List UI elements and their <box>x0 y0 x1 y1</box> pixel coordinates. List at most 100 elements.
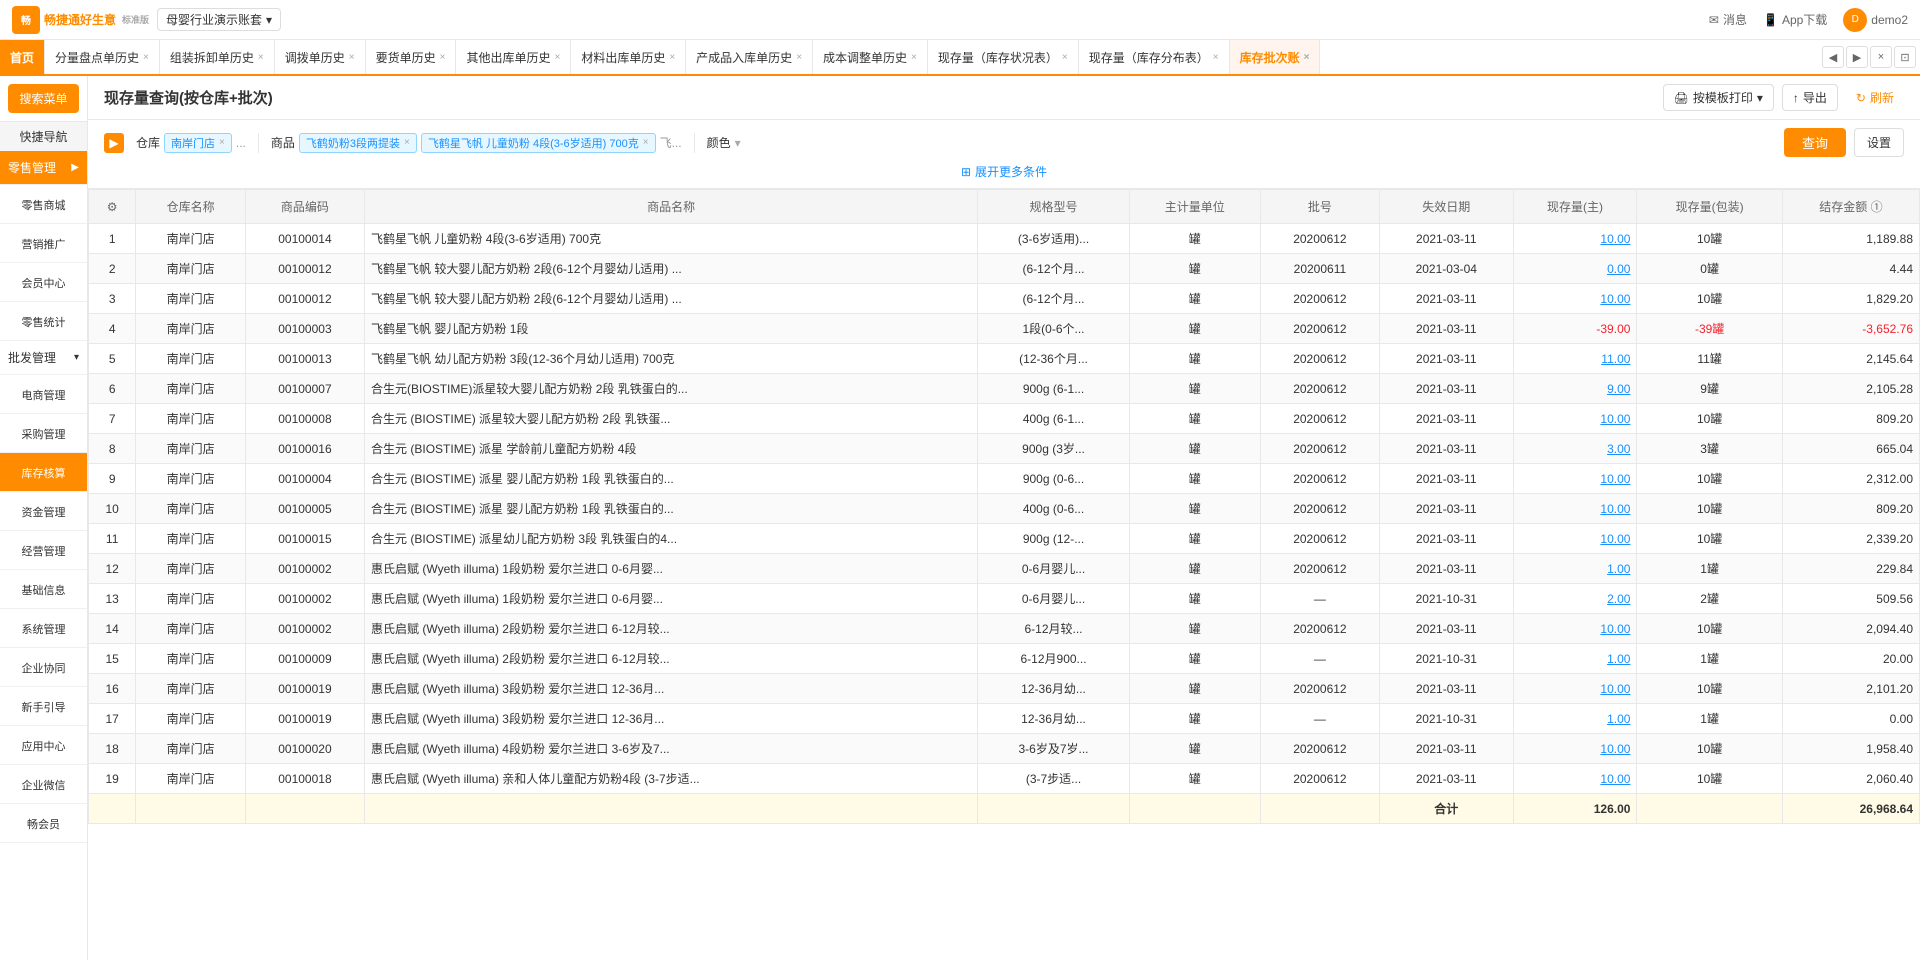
tab-scroll-right[interactable]: ▶ <box>1846 46 1868 68</box>
td-expire: 2021-10-31 <box>1380 704 1514 734</box>
org-selector[interactable]: 母婴行业演示账套 ▾ <box>157 8 281 31</box>
sidebar-item-retail-mall[interactable]: 零售商城 <box>0 185 87 224</box>
td-qty-main[interactable]: 10.00 <box>1513 524 1637 554</box>
td-qty-main[interactable]: 10.00 <box>1513 494 1637 524</box>
close-icon[interactable]: × <box>554 52 560 63</box>
close-icon[interactable]: × <box>1062 52 1068 63</box>
td-expire: 2021-10-31 <box>1380 644 1514 674</box>
td-no: 19 <box>89 764 136 794</box>
sidebar-item-ops-mgmt[interactable]: 经营管理 <box>0 531 87 570</box>
td-qty-main[interactable]: 11.00 <box>1513 344 1637 374</box>
sidebar-item-new-guide[interactable]: 新手引导 <box>0 687 87 726</box>
print-button[interactable]: 🖨 按模板打印 ▾ <box>1663 84 1774 111</box>
close-icon[interactable]: × <box>911 52 917 63</box>
tab-home[interactable]: 首页 <box>0 40 45 75</box>
tab-inventory-dist[interactable]: 现存量（库存分布表） × <box>1079 40 1230 75</box>
td-qty-main[interactable]: 1.00 <box>1513 554 1637 584</box>
sidebar-item-member-center[interactable]: 会员中心 <box>0 263 87 302</box>
sidebar-item-ecom-mgmt[interactable]: 电商管理 <box>0 375 87 414</box>
user-avatar-btn[interactable]: D demo2 <box>1843 8 1908 32</box>
sidebar-item-enterprise-wechat[interactable]: 企业微信 <box>0 765 87 804</box>
close-icon[interactable]: × <box>258 52 264 63</box>
td-qty-main[interactable]: 10.00 <box>1513 674 1637 704</box>
sidebar-item-marketing[interactable]: 营销推广 <box>0 224 87 263</box>
expand-more-btn[interactable]: ⊞ 展开更多条件 <box>104 163 1904 180</box>
refresh-button[interactable]: ↻ 刷新 <box>1846 85 1904 110</box>
td-qty-main[interactable]: 10.00 <box>1513 734 1637 764</box>
td-qty-main[interactable]: 10.00 <box>1513 404 1637 434</box>
query-button[interactable]: 查询 <box>1784 128 1846 157</box>
td-amount: 665.04 <box>1782 434 1919 464</box>
export-button[interactable]: ↑ 导出 <box>1782 84 1838 111</box>
td-qty-main[interactable]: 9.00 <box>1513 374 1637 404</box>
th-settings[interactable]: ⚙ <box>89 190 136 224</box>
table-row: 10 南岸门店 00100005 合生元 (BIOSTIME) 派星 婴儿配方奶… <box>89 494 1920 524</box>
td-qty-main[interactable]: 0.00 <box>1513 254 1637 284</box>
sidebar-item-sys-mgmt[interactable]: 系统管理 <box>0 609 87 648</box>
td-qty-main[interactable]: 2.00 <box>1513 584 1637 614</box>
sidebar-item-base-info[interactable]: 基础信息 <box>0 570 87 609</box>
sidebar-item-retail-stats[interactable]: 零售统计 <box>0 302 87 341</box>
close-icon[interactable]: × <box>143 52 149 63</box>
td-batch: — <box>1260 644 1379 674</box>
td-qty-main[interactable]: 10.00 <box>1513 764 1637 794</box>
sidebar-item-enterprise-collab[interactable]: 企业协同 <box>0 648 87 687</box>
remove-tag-icon[interactable]: × <box>643 137 649 148</box>
product-ellipsis[interactable]: 飞... <box>660 134 682 151</box>
tab-material-out[interactable]: 材料出库单历史 × <box>571 40 686 75</box>
footer-label: 合计 <box>1380 794 1514 824</box>
close-icon[interactable]: × <box>796 52 802 63</box>
remove-tag-icon[interactable]: × <box>219 137 225 148</box>
close-icon[interactable]: × <box>440 52 446 63</box>
tab-disassemble[interactable]: 组装拆卸单历史 × <box>160 40 275 75</box>
close-icon[interactable]: × <box>1213 52 1219 63</box>
sidebar-item-label: 企业微信 <box>22 777 66 793</box>
tab-batch-ledger[interactable]: 库存批次账 × <box>1230 40 1321 75</box>
tab-mixing[interactable]: 调拨单历史 × <box>275 40 366 75</box>
avatar: D <box>1843 8 1867 32</box>
tab-split-inventory[interactable]: 分量盘点单历史 × <box>45 40 160 75</box>
tab-inventory-status[interactable]: 现存量（库存状况表） × <box>928 40 1079 75</box>
close-icon[interactable]: × <box>669 52 675 63</box>
tab-other-outbound[interactable]: 其他出库单历史 × <box>456 40 571 75</box>
tab-scroll-left[interactable]: ◀ <box>1822 46 1844 68</box>
td-qty-main[interactable]: 10.00 <box>1513 224 1637 254</box>
td-qty-main[interactable]: 10.00 <box>1513 614 1637 644</box>
td-unit: 罐 <box>1129 554 1260 584</box>
tab-more-menu[interactable]: ⊡ <box>1894 46 1916 68</box>
td-batch: — <box>1260 584 1379 614</box>
quick-nav-button[interactable]: 快捷导航 <box>0 121 87 151</box>
tab-cost-adjust[interactable]: 成本调整单历史 × <box>813 40 928 75</box>
setting-button[interactable]: 设置 <box>1854 128 1904 157</box>
app-download-btn[interactable]: 📱 App下载 <box>1763 11 1827 28</box>
td-spec: 900g (6-1... <box>978 374 1129 404</box>
tab-requisition[interactable]: 要货单历史 × <box>366 40 457 75</box>
remove-tag-icon[interactable]: × <box>404 137 410 148</box>
td-qty-main[interactable]: 1.00 <box>1513 704 1637 734</box>
sidebar-item-member-card[interactable]: 畅会员 <box>0 804 87 843</box>
sidebar-item-purchase-mgmt[interactable]: 采购管理 <box>0 414 87 453</box>
td-qty-main[interactable]: 1.00 <box>1513 644 1637 674</box>
td-qty-main[interactable]: 10.00 <box>1513 284 1637 314</box>
warehouse-tags: 南岸门店 × <box>164 133 232 153</box>
sidebar-item-wholesale-mgmt[interactable]: 批发管理 ▾ <box>0 341 87 375</box>
close-icon[interactable]: × <box>1304 52 1310 63</box>
sidebar-item-app-center[interactable]: 应用中心 <box>0 726 87 765</box>
tab-product-in[interactable]: 产成品入库单历史 × <box>686 40 813 75</box>
warehouse-ellipsis[interactable]: ... <box>236 136 246 150</box>
td-name: 合生元 (BIOSTIME) 派星 学龄前儿童配方奶粉 4段 <box>365 434 978 464</box>
message-btn[interactable]: ✉ 消息 <box>1709 11 1747 28</box>
td-qty-main[interactable]: 10.00 <box>1513 464 1637 494</box>
sidebar-item-inventory[interactable]: 库存核算 <box>0 453 87 492</box>
search-menu-button[interactable]: 搜索菜单 <box>8 84 79 113</box>
td-unit: 罐 <box>1129 674 1260 704</box>
sidebar-item-finance[interactable]: 资金管理 <box>0 492 87 531</box>
td-qty-main[interactable]: 3.00 <box>1513 434 1637 464</box>
close-icon[interactable]: × <box>349 52 355 63</box>
expand-arrow-button[interactable]: ▶ <box>104 133 124 153</box>
td-spec: 0-6月婴儿... <box>978 554 1129 584</box>
sidebar-item-retail-mgmt[interactable]: 零售管理 ▶ <box>0 151 87 185</box>
tab-close-current[interactable]: × <box>1870 46 1892 68</box>
product-tag-1: 飞鹤奶粉3段两提装 × <box>299 133 417 153</box>
table-row: 13 南岸门店 00100002 惠氏启赋 (Wyeth illuma) 1段奶… <box>89 584 1920 614</box>
